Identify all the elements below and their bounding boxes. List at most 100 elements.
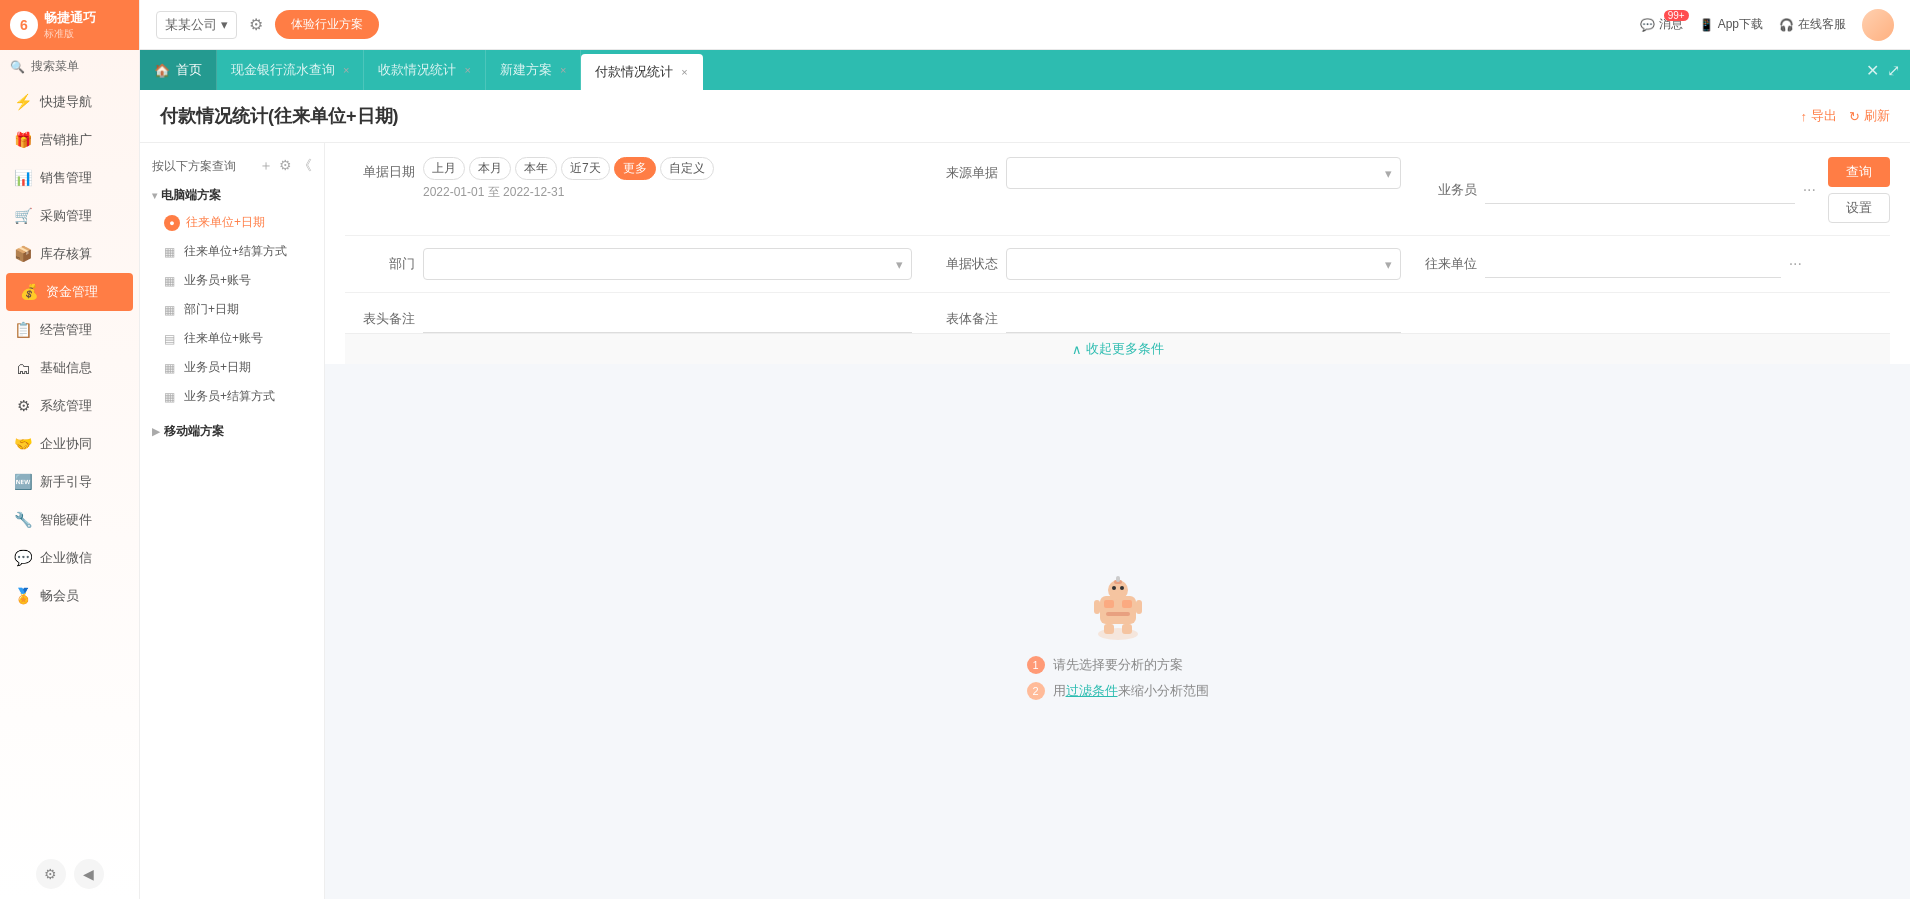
- salesman-filter-label: 业务员: [1417, 181, 1477, 199]
- online-service-btn[interactable]: 🎧 在线客服: [1779, 16, 1846, 33]
- dept-select[interactable]: ▾: [423, 248, 912, 280]
- plan-panel-header-actions: ＋ ⚙ 《: [259, 157, 312, 175]
- settings-small-btn[interactable]: 设置: [1828, 193, 1890, 223]
- app-name: 畅捷通巧: [44, 9, 96, 27]
- tab-payment-label: 付款情况统计: [595, 63, 673, 81]
- collapse-btn-label: 收起更多条件: [1086, 340, 1164, 358]
- manage-plan-icon[interactable]: ⚙: [279, 157, 292, 175]
- right-content: 单据日期 上月 本月 本年 近7天 更多 自定义 20: [325, 143, 1910, 899]
- collapse-sidebar-btn[interactable]: ◀: [74, 859, 104, 889]
- tab-receipt-label: 收款情况统计: [378, 61, 456, 79]
- date-btn-last-month[interactable]: 上月: [423, 157, 465, 180]
- date-btn-more[interactable]: 更多: [614, 157, 656, 180]
- sidebar-item-operations[interactable]: 📋 经营管理: [0, 311, 139, 349]
- dept-filter-label: 部门: [345, 255, 415, 273]
- sidebar-item-sales[interactable]: 📊 销售管理: [0, 159, 139, 197]
- sidebar-item-purchase[interactable]: 🛒 采购管理: [0, 197, 139, 235]
- marketing-icon: 🎁: [14, 131, 32, 149]
- message-badge: 99+: [1664, 10, 1689, 21]
- svg-rect-12: [1104, 624, 1114, 634]
- empty-tip-2: 2 用过滤条件来缩小分析范围: [1027, 682, 1209, 700]
- plan-grid-icon: ▦: [164, 274, 178, 288]
- close-new-plan-tab[interactable]: ×: [560, 64, 566, 76]
- tip-num-2: 2: [1027, 682, 1045, 700]
- page-title: 付款情况统计(往来单位+日期): [160, 104, 399, 128]
- mobile-section-arrow-icon: ▶: [152, 426, 160, 437]
- trial-btn[interactable]: 体验行业方案: [275, 10, 379, 39]
- plan-item-partner-date[interactable]: ● 往来单位+日期: [140, 208, 324, 237]
- sidebar-item-hardware[interactable]: 🔧 智能硬件: [0, 501, 139, 539]
- phone-icon: 📱: [1699, 18, 1714, 32]
- body-note-label: 表体备注: [928, 310, 998, 328]
- settings-footer-btn[interactable]: ⚙: [36, 859, 66, 889]
- plan-item-dept-date[interactable]: ▦ 部门+日期: [140, 295, 324, 324]
- source-select[interactable]: ▾: [1006, 157, 1401, 189]
- sidebar: 6 畅捷通巧 标准版 🔍 搜索菜单 ⚡ 快捷导航 🎁 营销推广 📊 销售管理 🛒…: [0, 0, 140, 899]
- sidebar-item-weixin[interactable]: 💬 企业微信: [0, 539, 139, 577]
- app-version: 标准版: [44, 27, 96, 41]
- plan-panel-title: 按以下方案查询: [152, 158, 236, 175]
- sidebar-item-member[interactable]: 🏅 畅会员: [0, 577, 139, 615]
- sidebar-item-guide[interactable]: 🆕 新手引导: [0, 463, 139, 501]
- collapse-plan-panel-icon[interactable]: 《: [298, 157, 312, 175]
- user-avatar[interactable]: [1862, 9, 1894, 41]
- sidebar-item-capital[interactable]: 💰 资金管理: [6, 273, 133, 311]
- add-plan-icon[interactable]: ＋: [259, 157, 273, 175]
- tab-payment[interactable]: 付款情况统计 ×: [581, 54, 702, 90]
- sidebar-item-inventory[interactable]: 📦 库存核算: [0, 235, 139, 273]
- close-receipt-tab[interactable]: ×: [464, 64, 470, 76]
- plan-section-mobile[interactable]: ▶ 移动端方案: [140, 419, 324, 444]
- plan-grid-icon: ▦: [164, 361, 178, 375]
- search-menu[interactable]: 🔍 搜索菜单: [0, 50, 139, 83]
- plan-item-salesman-date[interactable]: ▦ 业务员+日期: [140, 353, 324, 382]
- messages-btn[interactable]: 💬 消息 99+: [1640, 16, 1683, 33]
- close-bank-tab[interactable]: ×: [343, 64, 349, 76]
- date-btn-this-month[interactable]: 本月: [469, 157, 511, 180]
- sidebar-item-marketing[interactable]: 🎁 营销推广: [0, 121, 139, 159]
- body-note-input[interactable]: [1006, 305, 1401, 333]
- app-download-btn[interactable]: 📱 App下载: [1699, 16, 1763, 33]
- plan-item-label: 往来单位+账号: [184, 330, 263, 347]
- date-btn-custom[interactable]: 自定义: [660, 157, 714, 180]
- close-payment-tab[interactable]: ×: [681, 66, 687, 78]
- topbar-settings-btn[interactable]: ⚙: [245, 11, 267, 38]
- mobile-section-label: 移动端方案: [164, 423, 224, 440]
- partner-input[interactable]: [1485, 250, 1780, 278]
- sidebar-item-enterprise[interactable]: 🤝 企业协同: [0, 425, 139, 463]
- operations-icon: 📋: [14, 321, 32, 339]
- date-btn-this-year[interactable]: 本年: [515, 157, 557, 180]
- tab-new-plan[interactable]: 新建方案 ×: [486, 50, 581, 90]
- header-note-input[interactable]: [423, 305, 912, 333]
- empty-state: 1 请先选择要分析的方案 2 用过滤条件来缩小分析范围: [325, 364, 1910, 899]
- tab-home[interactable]: 🏠 首页: [140, 50, 217, 90]
- close-all-tabs-btn[interactable]: ✕: [1866, 61, 1879, 80]
- voucher-status-select[interactable]: ▾: [1006, 248, 1401, 280]
- tab-bank[interactable]: 现金银行流水查询 ×: [217, 50, 364, 90]
- export-btn[interactable]: ↑ 导出: [1801, 107, 1838, 125]
- expand-tabs-btn[interactable]: ⤢: [1887, 61, 1900, 80]
- date-btn-7days[interactable]: 近7天: [561, 157, 610, 180]
- query-btn[interactable]: 查询: [1828, 157, 1890, 187]
- company-selector[interactable]: 某某公司 ▾: [156, 11, 237, 39]
- capital-icon: 💰: [20, 283, 38, 301]
- plan-item-salesman-account[interactable]: ▦ 业务员+账号: [140, 266, 324, 295]
- tab-receipt[interactable]: 收款情况统计 ×: [364, 50, 485, 90]
- salesman-input[interactable]: [1485, 176, 1794, 204]
- topbar-right: 💬 消息 99+ 📱 App下载 🎧 在线客服: [1640, 9, 1894, 41]
- logo-icon: 6: [10, 11, 38, 39]
- refresh-btn[interactable]: ↻ 刷新: [1849, 107, 1890, 125]
- sidebar-item-quick-nav[interactable]: ⚡ 快捷导航: [0, 83, 139, 121]
- salesman-dots-btn[interactable]: ···: [1803, 181, 1816, 199]
- plan-item-salesman-settlement[interactable]: ▦ 业务员+结算方式: [140, 382, 324, 411]
- tab-home-label: 首页: [176, 61, 202, 79]
- plan-item-partner-account[interactable]: ▤ 往来单位+账号: [140, 324, 324, 353]
- sidebar-item-basic-info[interactable]: 🗂 基础信息: [0, 349, 139, 387]
- collapse-filter-btn[interactable]: ∧ 收起更多条件: [345, 333, 1890, 364]
- plan-item-partner-settlement[interactable]: ▦ 往来单位+结算方式: [140, 237, 324, 266]
- partner-dots-btn[interactable]: ···: [1789, 255, 1802, 273]
- sidebar-item-system[interactable]: ⚙ 系统管理: [0, 387, 139, 425]
- refresh-icon: ↻: [1849, 109, 1860, 124]
- purchase-icon: 🛒: [14, 207, 32, 225]
- plan-section-desktop[interactable]: ▾ 电脑端方案: [140, 183, 324, 208]
- sidebar-item-label: 企业协同: [40, 435, 92, 453]
